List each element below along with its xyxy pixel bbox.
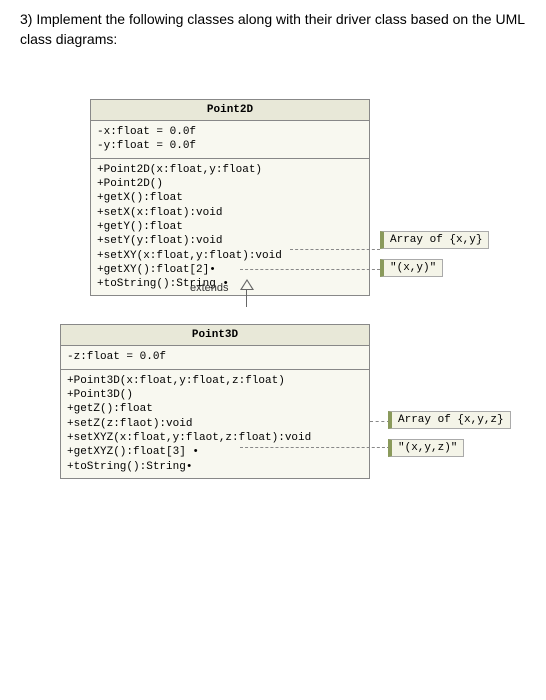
attributes-section: -x:float = 0.0f -y:float = 0.0f <box>91 121 369 159</box>
method-line: +Point3D() <box>67 388 363 402</box>
dashed-connector <box>240 269 380 270</box>
method-line: +setZ(z:flaot):void <box>67 417 363 431</box>
annotation-array-xyz: Array of {x,y,z} <box>388 411 511 429</box>
class-title: Point2D <box>91 100 369 121</box>
methods-section: +Point2D(x:float,y:float) +Point2D() +ge… <box>91 159 369 296</box>
method-line: +setY(y:float):void <box>97 234 363 248</box>
extends-label: extends <box>190 282 229 294</box>
method-line: +toString():String• <box>67 460 363 474</box>
attributes-section: -z:float = 0.0f <box>61 346 369 369</box>
dashed-connector <box>290 249 380 250</box>
attr-line: -x:float = 0.0f <box>97 125 363 139</box>
dashed-connector <box>240 447 390 448</box>
method-line: +setXYZ(x:float,y:flaot,z:float):void <box>67 431 363 445</box>
method-line: +toString():String • <box>97 277 363 291</box>
attr-line: -y:float = 0.0f <box>97 139 363 153</box>
method-line: +Point3D(x:float,y:float,z:float) <box>67 374 363 388</box>
inheritance-line <box>246 290 247 307</box>
question-text: 3) Implement the following classes along… <box>20 10 526 49</box>
method-line: +setX(x:float):void <box>97 206 363 220</box>
method-line: +getX():float <box>97 191 363 205</box>
method-line: +Point2D() <box>97 177 363 191</box>
method-line: +setXY(x:float,y:float):void <box>97 249 363 263</box>
method-line: +getY():float <box>97 220 363 234</box>
annotation-array-xy: Array of {x,y} <box>380 231 489 249</box>
method-line: +Point2D(x:float,y:float) <box>97 163 363 177</box>
annotation-tostring-xyz: "(x,y,z)" <box>388 439 464 457</box>
annotation-tostring-xy: "(x,y)" <box>380 259 443 277</box>
class-title: Point3D <box>61 325 369 346</box>
class-point2d: Point2D -x:float = 0.0f -y:float = 0.0f … <box>90 99 370 296</box>
inheritance-arrow-icon <box>240 279 254 290</box>
methods-section: +Point3D(x:float,y:float,z:float) +Point… <box>61 370 369 478</box>
method-line: +getZ():float <box>67 402 363 416</box>
attr-line: -z:float = 0.0f <box>67 350 363 364</box>
class-point3d: Point3D -z:float = 0.0f +Point3D(x:float… <box>60 324 370 478</box>
uml-diagram: Point2D -x:float = 0.0f -y:float = 0.0f … <box>90 99 526 479</box>
dashed-connector <box>370 421 390 422</box>
